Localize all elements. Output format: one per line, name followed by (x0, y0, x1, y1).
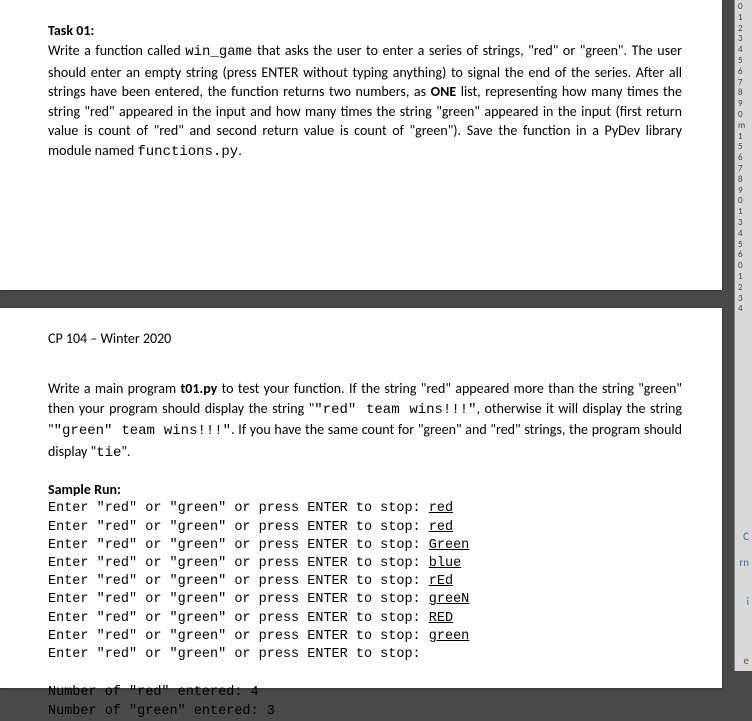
ruler-tick: 9 (735, 186, 752, 197)
t01-bold: t01.py (180, 380, 217, 397)
ruler-tick: 6 (735, 67, 752, 78)
function-name-code: win_game (185, 44, 252, 60)
text: ". (121, 443, 130, 460)
user-input: RED (429, 611, 453, 626)
prompt-text: Enter "red" or "green" or press ENTER to… (48, 611, 429, 626)
ruler-tick: 0 (735, 196, 752, 207)
cropped-fragment: i (746, 595, 749, 608)
prompt-text: Enter "red" or "green" or press ENTER to… (48, 574, 429, 589)
sample-line: Enter "red" or "green" or press ENTER to… (48, 646, 682, 664)
red-team-code: "red" team wins!!!" (314, 402, 476, 418)
sample-run-title: Sample Run: (48, 481, 682, 498)
ruler-tick: 7 (735, 78, 752, 89)
ruler-tick: 8 (735, 175, 752, 186)
prompt-text: Enter "red" or "green" or press ENTER to… (48, 629, 429, 644)
sample-line: Enter "red" or "green" or press ENTER to… (48, 591, 682, 609)
ruler-tick: 4 (735, 45, 752, 56)
ruler-tick: 1 (735, 207, 752, 218)
ruler-tick: 1 (735, 13, 752, 24)
ruler-tick: 3 (735, 34, 752, 45)
prompt-text: Enter "red" or "green" or press ENTER to… (48, 592, 429, 607)
user-input: blue (429, 556, 461, 571)
user-input: greeN (429, 592, 470, 607)
cropped-fragment: e (744, 654, 749, 667)
user-input: rEd (429, 574, 453, 589)
sample-run-block: Enter "red" or "green" or press ENTER to… (48, 500, 682, 664)
main-program-text: Write a main program t01.py to test your… (48, 379, 682, 463)
page-header: CP 104 – Winter 2020 (48, 330, 682, 347)
ruler-tick: 6 (735, 250, 752, 261)
ruler-tick: 3 (735, 218, 752, 229)
task-title: Task 01: (48, 22, 682, 39)
user-input: red (429, 501, 453, 516)
ruler-tick: 2 (735, 24, 752, 35)
ruler-strip: 01234567890m15678901345601234 (734, 0, 752, 671)
text: . (238, 142, 242, 159)
ruler-tick: 5 (735, 56, 752, 67)
user-input: red (429, 520, 453, 535)
user-input: green (429, 629, 470, 644)
task-body: Write a function called win_game that as… (48, 41, 682, 163)
one-bold: ONE (431, 83, 457, 100)
sample-line: Enter "red" or "green" or press ENTER to… (48, 573, 682, 591)
module-name-code: functions.py (137, 144, 238, 160)
ruler-tick: 1 (735, 272, 752, 283)
sample-line: Enter "red" or "green" or press ENTER to… (48, 628, 682, 646)
result-block: Number of "red" entered: 4 Number of "gr… (48, 684, 682, 720)
sample-line: Enter "red" or "green" or press ENTER to… (48, 519, 682, 537)
prompt-text: Enter "red" or "green" or press ENTER to… (48, 647, 429, 662)
ruler-tick: 6 (735, 153, 752, 164)
prompt-text: Enter "red" or "green" or press ENTER to… (48, 520, 429, 535)
ruler-tick: 9 (735, 99, 752, 110)
ruler-tick: 4 (735, 229, 752, 240)
ruler-tick: 0 (735, 261, 752, 272)
ruler-tick: 2 (735, 283, 752, 294)
ruler-tick: 4 (735, 304, 752, 315)
document-page-1: Task 01: Write a function called win_gam… (0, 0, 722, 290)
ruler-tick: m (735, 121, 752, 132)
document-page-2: CP 104 – Winter 2020 Write a main progra… (0, 308, 722, 688)
ruler-tick: 3 (735, 294, 752, 305)
sample-line: Enter "red" or "green" or press ENTER to… (48, 537, 682, 555)
ruler-tick: 1 (735, 132, 752, 143)
sample-line: Enter "red" or "green" or press ENTER to… (48, 500, 682, 518)
prompt-text: Enter "red" or "green" or press ENTER to… (48, 501, 429, 516)
text: Write a main program (48, 380, 180, 397)
result-green: Number of "green" entered: 3 (48, 703, 682, 721)
prompt-text: Enter "red" or "green" or press ENTER to… (48, 538, 429, 553)
ruler-tick: 7 (735, 164, 752, 175)
ruler-tick: 0 (735, 2, 752, 13)
cropped-fragment: rn (739, 556, 749, 569)
result-red: Number of "red" entered: 4 (48, 684, 682, 702)
tie-code: tie (96, 445, 121, 461)
sample-line: Enter "red" or "green" or press ENTER to… (48, 610, 682, 628)
cropped-fragment: C (743, 530, 749, 543)
ruler-tick: 5 (735, 142, 752, 153)
text: Write a function called (48, 42, 185, 59)
green-team-code: "green" team wins!!!" (54, 423, 231, 439)
ruler-tick: 0 (735, 110, 752, 121)
sample-line: Enter "red" or "green" or press ENTER to… (48, 555, 682, 573)
user-input: Green (429, 538, 470, 553)
prompt-text: Enter "red" or "green" or press ENTER to… (48, 556, 429, 571)
ruler-tick: 5 (735, 240, 752, 251)
ruler-tick: 8 (735, 88, 752, 99)
